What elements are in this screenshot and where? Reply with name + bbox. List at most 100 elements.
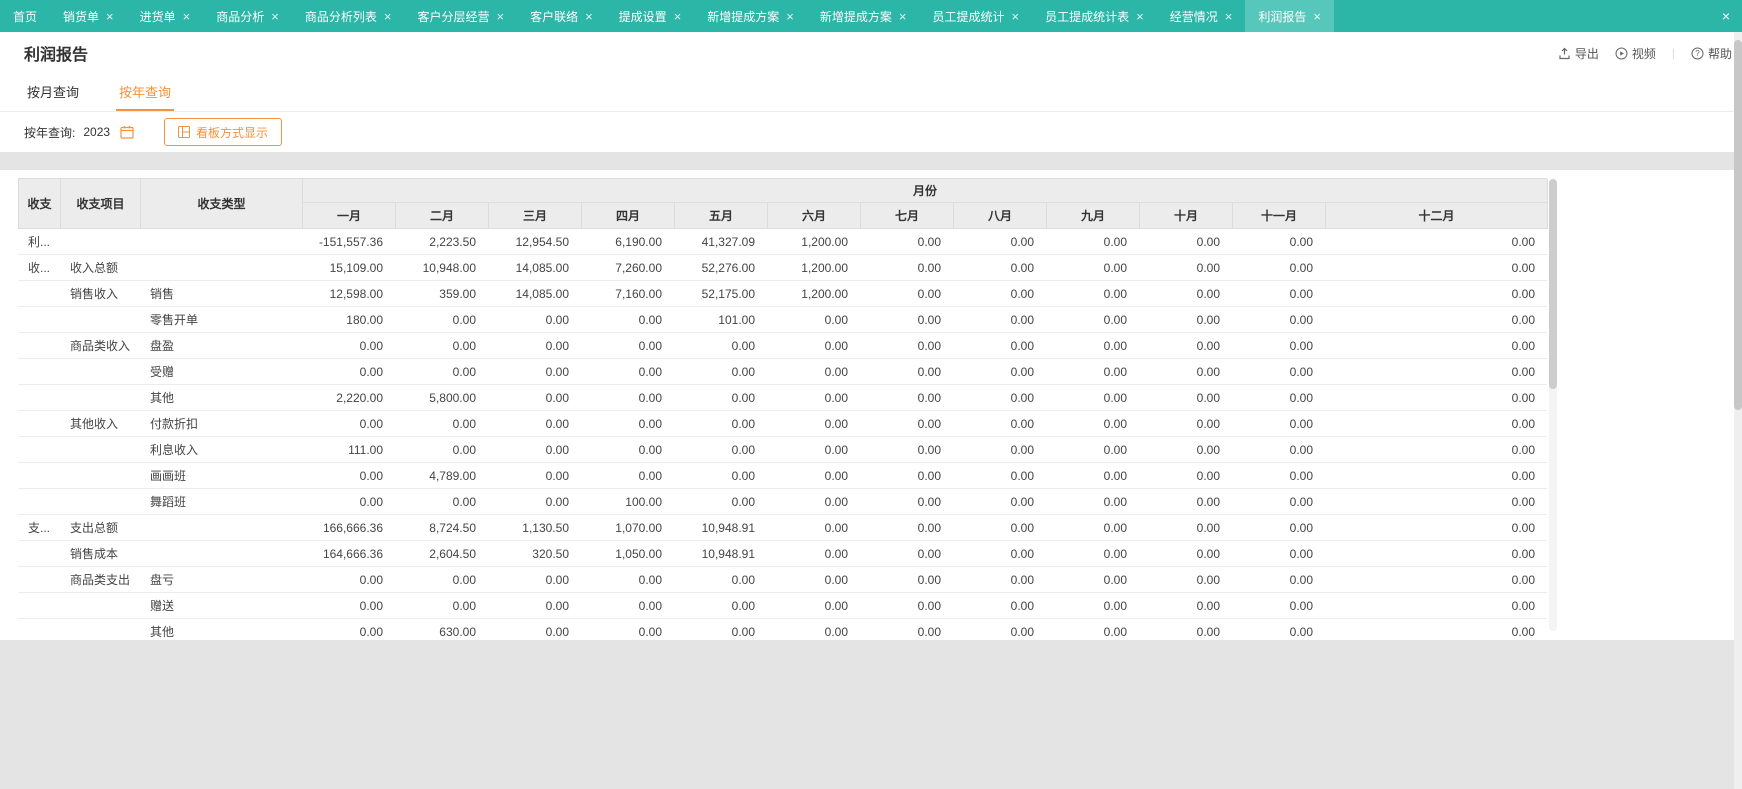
nav-tab[interactable]: 新增提成方案 ×	[807, 0, 920, 32]
value-cell-jan: 0.00	[359, 624, 383, 639]
table-scrollbar[interactable]	[1549, 179, 1557, 631]
svg-text:?: ?	[1695, 49, 1700, 58]
tab-close-icon[interactable]: ×	[674, 10, 682, 23]
nav-tab[interactable]: 员工提成统计 ×	[920, 0, 1033, 32]
value-cell-feb: 0.00	[452, 494, 476, 509]
month-column-header: 六月	[768, 203, 861, 229]
value-cell-oct: 0.00	[1196, 546, 1220, 561]
value-cell-sep: 0.00	[1103, 598, 1127, 613]
value-cell-jun: 1,200.00	[801, 260, 848, 275]
value-cell-dec: 0.00	[1511, 390, 1535, 405]
value-cell-jun: 0.00	[824, 598, 848, 613]
value-cell-mar: 0.00	[545, 390, 569, 405]
value-cell-mar: 0.00	[545, 338, 569, 353]
calendar-icon[interactable]	[120, 125, 134, 139]
value-cell-mar: 0.00	[545, 442, 569, 457]
value-cell-may: 0.00	[731, 572, 755, 587]
nav-tab[interactable]: 客户联络 ×	[517, 0, 606, 32]
value-cell-dec: 0.00	[1511, 546, 1535, 561]
tab-close-icon[interactable]: ×	[496, 10, 504, 23]
tab-close-icon[interactable]: ×	[1136, 10, 1144, 23]
tab-close-icon[interactable]: ×	[1225, 10, 1233, 23]
row-type-cell: 其他	[150, 625, 175, 639]
close-all-tabs-icon[interactable]: ×	[1722, 0, 1730, 32]
value-cell-sep: 0.00	[1103, 520, 1127, 535]
nav-tab[interactable]: 销货单 ×	[50, 0, 127, 32]
value-cell-jun: 0.00	[824, 572, 848, 587]
value-cell-jan: 12,598.00	[329, 286, 383, 301]
value-cell-mar: 14,085.00	[515, 260, 569, 275]
nav-tab[interactable]: 员工提成统计表 ×	[1032, 0, 1157, 32]
row-type-cell: 利息收入	[150, 443, 199, 457]
value-cell-feb: 630.00	[439, 624, 476, 639]
tab-close-icon[interactable]: ×	[1012, 10, 1020, 23]
help-button[interactable]: ? 帮助	[1691, 45, 1732, 62]
row-item-cell: 其他收入	[70, 417, 119, 431]
page-scrollbar-thumb[interactable]	[1734, 40, 1742, 410]
value-cell-jan: 111.00	[348, 442, 383, 457]
value-cell-may: 0.00	[731, 624, 755, 639]
tab-close-icon[interactable]: ×	[899, 10, 907, 23]
tab-close-icon[interactable]: ×	[384, 10, 392, 23]
year-value[interactable]: 2023	[83, 125, 110, 139]
page-scrollbar[interactable]	[1734, 32, 1742, 789]
view-tab[interactable]: 按月查询	[24, 74, 82, 111]
value-cell-nov: 0.00	[1289, 234, 1313, 249]
page-title: 利润报告	[24, 47, 89, 64]
value-cell-may: 10,948.91	[701, 520, 755, 535]
board-view-button[interactable]: 看板方式显示	[164, 118, 283, 146]
nav-tab[interactable]: 商品分析 ×	[203, 0, 292, 32]
export-button[interactable]: 导出	[1558, 45, 1599, 62]
row-group-cell: 利...	[28, 235, 51, 249]
value-cell-sep: 0.00	[1103, 390, 1127, 405]
value-cell-nov: 0.00	[1289, 390, 1313, 405]
table-row: 零售开单 180.00 0.00 0.00 0.00 101.00 0.00 0…	[18, 307, 1547, 333]
value-cell-feb: 8,724.50	[429, 520, 476, 535]
value-cell-aug: 0.00	[1010, 312, 1034, 327]
value-cell-jan: 0.00	[359, 572, 383, 587]
value-cell-jun: 1,200.00	[801, 234, 848, 249]
view-tab[interactable]: 按年查询	[116, 74, 175, 111]
nav-tab[interactable]: 提成设置 ×	[606, 0, 695, 32]
value-cell-aug: 0.00	[1010, 416, 1034, 431]
value-cell-dec: 0.00	[1511, 234, 1535, 249]
value-cell-jan: 164,666.36	[322, 546, 383, 561]
row-type-cell: 赠送	[150, 599, 175, 613]
tab-close-icon[interactable]: ×	[183, 10, 191, 23]
value-cell-may: 10,948.91	[701, 546, 755, 561]
nav-tab[interactable]: 首页	[0, 0, 50, 32]
value-cell-feb: 0.00	[452, 312, 476, 327]
value-cell-oct: 0.00	[1196, 494, 1220, 509]
help-icon: ?	[1691, 47, 1704, 59]
tab-close-icon[interactable]: ×	[786, 10, 794, 23]
nav-tab[interactable]: 经营情况 ×	[1157, 0, 1246, 32]
value-cell-oct: 0.00	[1196, 234, 1220, 249]
value-cell-jul: 0.00	[917, 364, 941, 379]
tab-close-icon[interactable]: ×	[1313, 10, 1321, 23]
table-row: 其他 2,220.00 5,800.00 0.00 0.00 0.00 0.00…	[18, 385, 1547, 411]
col-header-inout: 收支	[19, 179, 61, 229]
export-icon	[1559, 47, 1570, 59]
nav-tab[interactable]: 客户分层经营 ×	[404, 0, 517, 32]
nav-tab[interactable]: 利润报告 ×	[1245, 0, 1334, 32]
nav-tab[interactable]: 商品分析列表 ×	[292, 0, 405, 32]
tab-close-icon[interactable]: ×	[106, 10, 114, 23]
profit-table-panel: 收支 收支项目 收支类型 月份 一月 二月 三月 四月 五月 六月 七月 八月 …	[0, 170, 1742, 640]
tab-close-icon[interactable]: ×	[585, 10, 593, 23]
tab-close-icon[interactable]: ×	[271, 10, 279, 23]
table-row: 其他收入 付款折扣 0.00 0.00 0.00 0.00 0.00 0.00 …	[18, 411, 1547, 437]
value-cell-aug: 0.00	[1010, 286, 1034, 301]
table-body: 利... -151,557.36 2,223.50 12,954.50 6,19…	[18, 229, 1742, 640]
value-cell-mar: 0.00	[545, 494, 569, 509]
nav-tab[interactable]: 进货单 ×	[127, 0, 204, 32]
value-cell-may: 0.00	[731, 598, 755, 613]
nav-tab[interactable]: 新增提成方案 ×	[694, 0, 807, 32]
value-cell-nov: 0.00	[1289, 260, 1313, 275]
value-cell-oct: 0.00	[1196, 442, 1220, 457]
video-button[interactable]: 视频	[1615, 45, 1656, 62]
nav-tab-label: 员工提成统计	[932, 9, 1005, 24]
value-cell-may: 52,175.00	[701, 286, 755, 301]
row-item-cell: 支出总额	[70, 521, 119, 535]
value-cell-oct: 0.00	[1196, 416, 1220, 431]
table-scrollbar-thumb[interactable]	[1549, 179, 1557, 389]
